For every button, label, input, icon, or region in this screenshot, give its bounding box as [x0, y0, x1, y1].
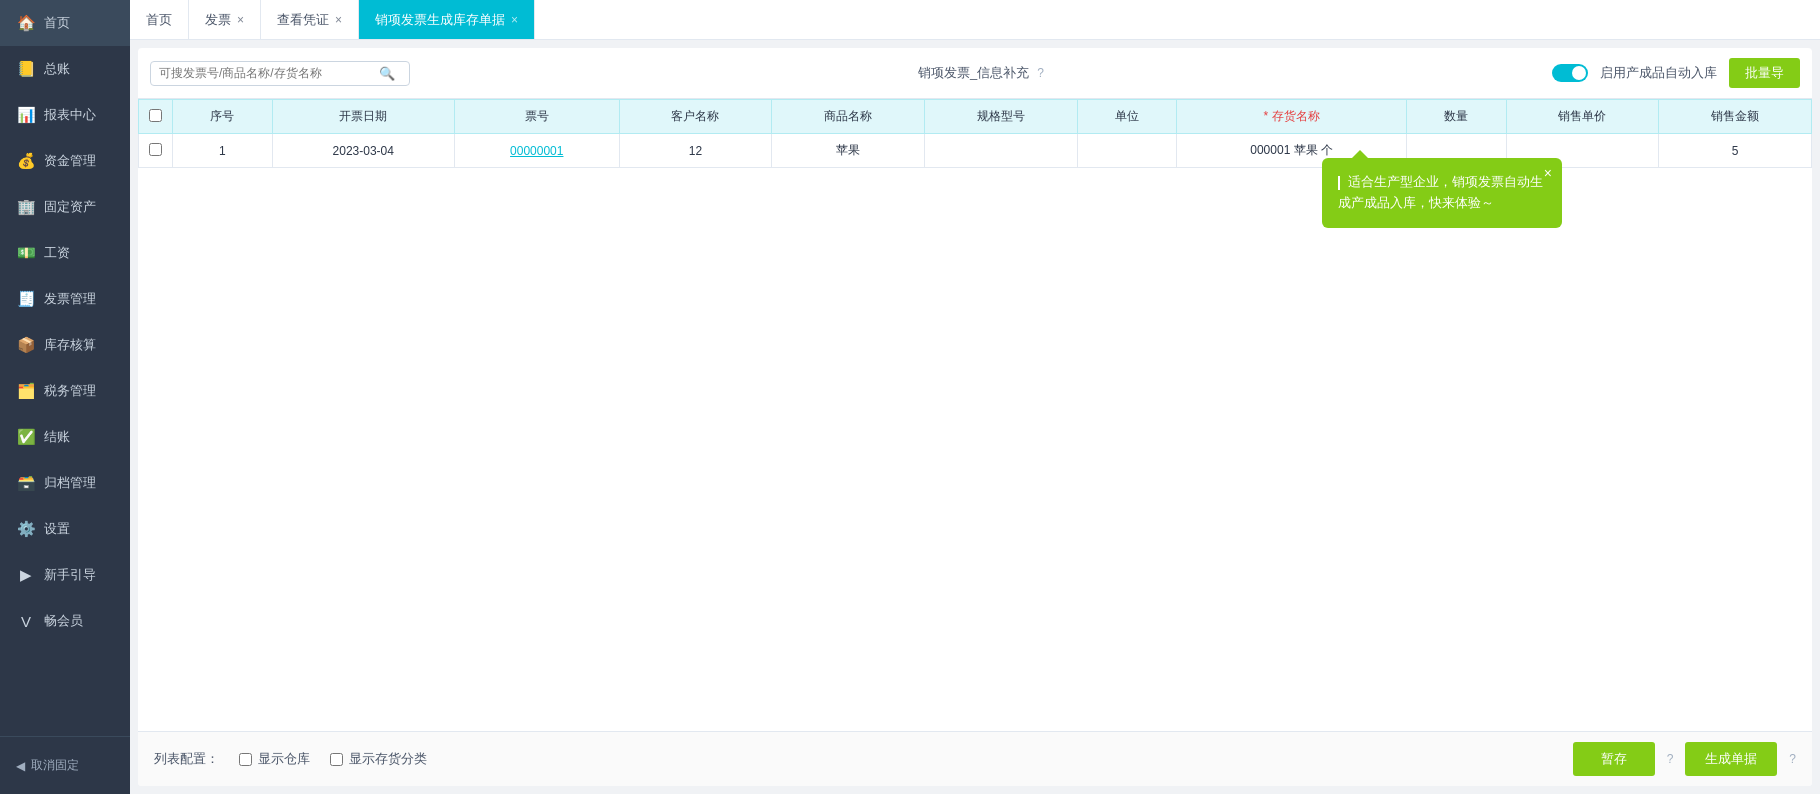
tax-icon: 🗂️	[16, 382, 36, 400]
toolbar-right: 启用产成品自动入库 批量导	[1552, 58, 1800, 88]
row-date: 2023-03-04	[272, 134, 454, 168]
tooltip-text: 适合生产型企业，销项发票自动生成产成品入库，快来体验～	[1338, 174, 1543, 210]
table-header-row: 序号 开票日期 票号 客户名称 商品名称 规格型号 单位 * 存货名称 数量 销…	[139, 100, 1812, 134]
sidebar-item-settings[interactable]: ⚙️ 设置	[0, 506, 130, 552]
header-spec: 规格型号	[925, 100, 1078, 134]
header-product: 商品名称	[772, 100, 925, 134]
sidebar-item-archive-management[interactable]: 🗃️ 归档管理	[0, 460, 130, 506]
toolbar-center: 销项发票_信息补充 ?	[422, 64, 1540, 82]
report-icon: 📊	[16, 106, 36, 124]
sidebar-item-home[interactable]: 🏠 首页	[0, 0, 130, 46]
pin-button[interactable]: ◀ 取消固定	[0, 747, 130, 784]
sidebar-item-report-center[interactable]: 📊 报表中心	[0, 92, 130, 138]
config-label: 列表配置：	[154, 750, 219, 768]
fund-icon: 💰	[16, 152, 36, 170]
show-category-checkbox-label[interactable]: 显示存货分类	[330, 750, 427, 768]
home-icon: 🏠	[16, 14, 36, 32]
ledger-icon: 📒	[16, 60, 36, 78]
show-category-checkbox[interactable]	[330, 753, 343, 766]
sidebar-item-general-ledger[interactable]: 📒 总账	[0, 46, 130, 92]
select-all-checkbox[interactable]	[149, 109, 162, 122]
settlement-icon: ✅	[16, 428, 36, 446]
member-icon: V	[16, 613, 36, 630]
header-unit-price: 销售单价	[1506, 100, 1659, 134]
sidebar-item-fund-management[interactable]: 💰 资金管理	[0, 138, 130, 184]
header-ticket-no: 票号	[454, 100, 619, 134]
info-label: 销项发票_信息补充	[918, 64, 1029, 82]
search-box[interactable]: 🔍	[150, 61, 410, 86]
sidebar-item-tax-management[interactable]: 🗂️ 税务管理	[0, 368, 130, 414]
row-checkbox[interactable]	[149, 143, 162, 156]
auto-warehouse-toggle[interactable]	[1552, 64, 1588, 82]
content-area: 🔍 销项发票_信息补充 ? 启用产成品自动入库 批量导	[138, 48, 1812, 786]
batch-button[interactable]: 批量导	[1729, 58, 1800, 88]
sidebar-bottom: ◀ 取消固定	[0, 736, 130, 794]
header-customer: 客户名称	[619, 100, 772, 134]
help-icon-generate[interactable]: ?	[1789, 752, 1796, 766]
header-date: 开票日期	[272, 100, 454, 134]
footer-actions: 暂存 ? 生成单据 ?	[1573, 742, 1796, 776]
row-product: 苹果	[772, 134, 925, 168]
header-seq: 序号	[173, 100, 273, 134]
footer: 列表配置： 显示仓库 显示存货分类 暂存 ? 生成单据 ?	[138, 731, 1812, 786]
sidebar: 🏠 首页 📒 总账 📊 报表中心 💰 资金管理 🏢 固定资产 💵 工资 🧾 发票…	[0, 0, 130, 794]
row-unit	[1077, 134, 1177, 168]
sidebar-item-inventory[interactable]: 📦 库存核算	[0, 322, 130, 368]
settings-icon: ⚙️	[16, 520, 36, 538]
header-checkbox-cell	[139, 100, 173, 134]
tab-cancel-invoice[interactable]: 销项发票生成库存单据 ×	[359, 0, 535, 39]
main-area: 首页 发票 × 查看凭证 × 销项发票生成库存单据 × 🔍 销项发票_信息补充 …	[130, 0, 1820, 794]
payroll-icon: 💵	[16, 244, 36, 262]
guide-icon: ▶	[16, 566, 36, 584]
generate-button[interactable]: 生成单据	[1685, 742, 1777, 776]
row-customer: 12	[619, 134, 772, 168]
header-sales-amount: 销售金额	[1659, 100, 1812, 134]
header-inventory: * 存货名称	[1177, 100, 1407, 134]
search-input[interactable]	[159, 66, 379, 80]
toggle-label: 启用产成品自动入库	[1600, 64, 1717, 82]
toolbar-top: 🔍 销项发票_信息补充 ? 启用产成品自动入库 批量导	[138, 48, 1812, 99]
close-view-voucher-tab[interactable]: ×	[335, 13, 342, 27]
close-cancel-invoice-tab[interactable]: ×	[511, 13, 518, 27]
header-quantity: 数量	[1406, 100, 1506, 134]
tab-home[interactable]: 首页	[130, 0, 189, 39]
tab-invoice[interactable]: 发票 ×	[189, 0, 261, 39]
ticket-link[interactable]: 00000001	[510, 144, 563, 158]
row-checkbox-cell	[139, 134, 173, 168]
tooltip-popup: 适合生产型企业，销项发票自动生成产成品入库，快来体验～ ×	[1322, 158, 1562, 228]
show-warehouse-checkbox-label[interactable]: 显示仓库	[239, 750, 310, 768]
sidebar-item-invoice-management[interactable]: 🧾 发票管理	[0, 276, 130, 322]
sidebar-item-member[interactable]: V 畅会员	[0, 598, 130, 644]
header-unit: 单位	[1077, 100, 1177, 134]
invoice-icon: 🧾	[16, 290, 36, 308]
help-icon-info[interactable]: ?	[1037, 66, 1044, 80]
tooltip-cursor	[1338, 176, 1340, 190]
help-icon-save[interactable]: ?	[1667, 752, 1674, 766]
sidebar-item-fixed-assets[interactable]: 🏢 固定资产	[0, 184, 130, 230]
inventory-icon: 📦	[16, 336, 36, 354]
archive-icon: 🗃️	[16, 474, 36, 492]
tooltip-close-button[interactable]: ×	[1544, 166, 1552, 180]
row-seq: 1	[173, 134, 273, 168]
row-spec	[925, 134, 1078, 168]
search-icon: 🔍	[379, 66, 395, 81]
sidebar-item-guide[interactable]: ▶ 新手引导	[0, 552, 130, 598]
data-table: 序号 开票日期 票号 客户名称 商品名称 规格型号 单位 * 存货名称 数量 销…	[138, 99, 1812, 168]
tab-view-voucher[interactable]: 查看凭证 ×	[261, 0, 359, 39]
sidebar-item-settlement[interactable]: ✅ 结账	[0, 414, 130, 460]
pin-icon: ◀	[16, 759, 25, 773]
tab-bar: 首页 发票 × 查看凭证 × 销项发票生成库存单据 ×	[130, 0, 1820, 40]
close-invoice-tab[interactable]: ×	[237, 13, 244, 27]
assets-icon: 🏢	[16, 198, 36, 216]
row-sales-amount: 5	[1659, 134, 1812, 168]
show-warehouse-checkbox[interactable]	[239, 753, 252, 766]
row-ticket-no[interactable]: 00000001	[454, 134, 619, 168]
sidebar-item-payroll[interactable]: 💵 工资	[0, 230, 130, 276]
save-button[interactable]: 暂存	[1573, 742, 1655, 776]
